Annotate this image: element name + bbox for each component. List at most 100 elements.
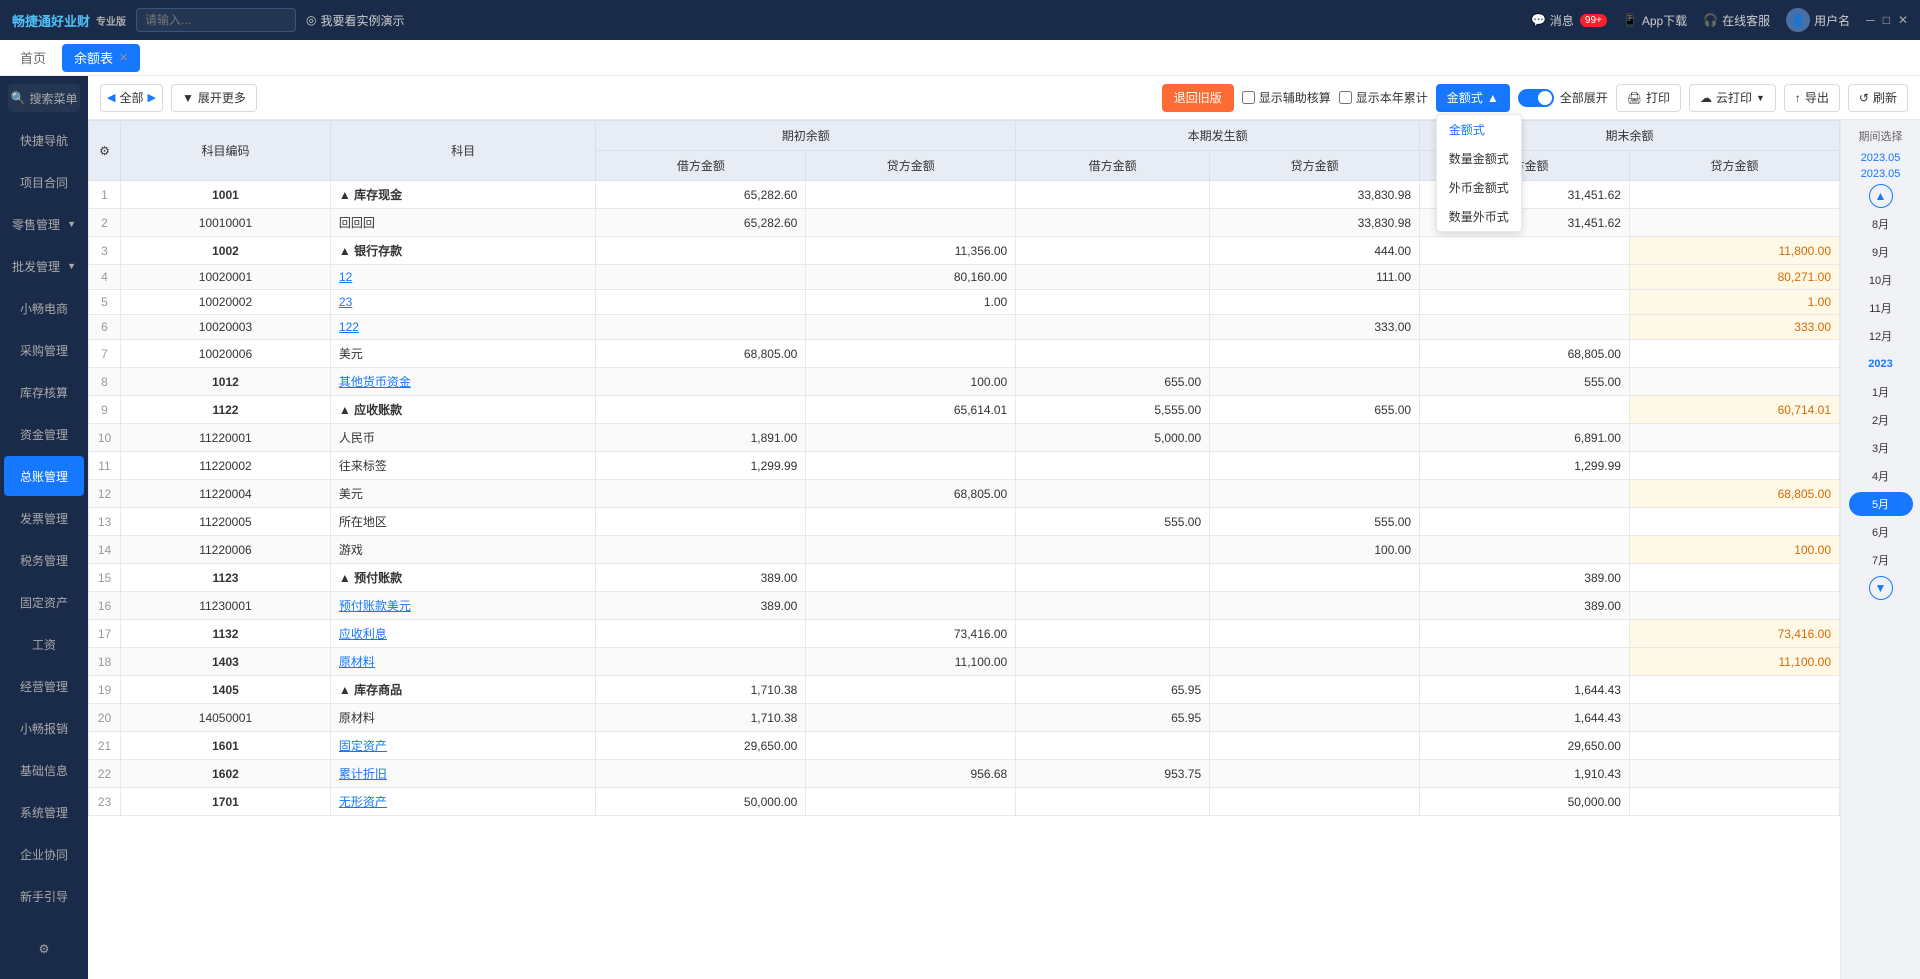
amount-cell: [1629, 181, 1839, 209]
period-oct[interactable]: 10月: [1849, 268, 1913, 292]
account-name-cell[interactable]: 应收利息: [330, 620, 595, 648]
format-dropdown-menu: 金额式 数量金额式 外币金额式 数量外币式: [1436, 114, 1522, 232]
period-aug[interactable]: 8月: [1849, 212, 1913, 236]
format-option-qty-amount[interactable]: 数量金额式: [1437, 144, 1521, 173]
table-row: 81012其他货币资金100.00655.00555.00: [89, 368, 1840, 396]
print-btn[interactable]: 🖨 打印: [1616, 84, 1681, 112]
table-row: 11001▲ 库存现金65,282.6033,830.9831,451.62: [89, 181, 1840, 209]
sidebar-item-purchase[interactable]: 采购管理: [4, 330, 84, 370]
format-option-foreign-amount[interactable]: 外币金额式: [1437, 173, 1521, 202]
expand-all-toggle[interactable]: [1518, 89, 1554, 107]
sidebar-item-project[interactable]: 项目合同: [4, 162, 84, 202]
sidebar-item-capital[interactable]: 资金管理: [4, 414, 84, 454]
sidebar-item-retail[interactable]: 零售管理 ▼: [4, 204, 84, 244]
amount-cell: [1016, 452, 1210, 480]
account-name-cell[interactable]: 累计折旧: [330, 760, 595, 788]
amount-cell: 33,830.98: [1210, 181, 1420, 209]
account-name-cell[interactable]: 预付账款美元: [330, 592, 595, 620]
account-name-cell[interactable]: 原材料: [330, 648, 595, 676]
format-option-qty-foreign[interactable]: 数量外币式: [1437, 202, 1521, 231]
export-btn[interactable]: ↑ 导出: [1784, 84, 1840, 112]
sidebar-item-basic[interactable]: 基础信息: [4, 750, 84, 790]
period-jan[interactable]: 1月: [1849, 380, 1913, 404]
service-btn[interactable]: 🎧 在线客服: [1703, 12, 1770, 29]
sidebar-item-inventory[interactable]: 库存核算: [4, 372, 84, 412]
settings-col-header[interactable]: ⚙: [89, 121, 121, 181]
period-title: 期间选择: [1859, 128, 1903, 144]
account-name-cell[interactable]: 23: [330, 290, 595, 315]
format-btn[interactable]: 金额式 ▲: [1436, 84, 1510, 112]
nav-prev-icon[interactable]: ◀: [107, 91, 115, 104]
demo-btn[interactable]: ◎ 我要看实例演示: [306, 12, 405, 29]
period-up-nav[interactable]: ▲: [1869, 184, 1893, 208]
sidebar-item-operations[interactable]: 经营管理: [4, 666, 84, 706]
amount-cell: 68,805.00: [806, 480, 1016, 508]
show-assist-checkbox[interactable]: [1242, 91, 1255, 104]
back-to-old-btn[interactable]: 退回旧版: [1162, 84, 1234, 112]
search-box[interactable]: ◀ 全部 ▶: [100, 84, 163, 112]
tab-balance[interactable]: 余额表 ✕: [62, 44, 140, 72]
period-nov[interactable]: 11月: [1849, 296, 1913, 320]
period-down-nav[interactable]: ▼: [1869, 576, 1893, 600]
amount-cell: 11,356.00: [806, 237, 1016, 265]
sidebar-item-cooperation[interactable]: 企业协同: [4, 834, 84, 874]
period-2023[interactable]: 2023: [1849, 352, 1913, 376]
account-name-cell[interactable]: 12: [330, 265, 595, 290]
sidebar-item-payroll[interactable]: 工资: [4, 624, 84, 664]
account-name-cell[interactable]: 其他货币资金: [330, 368, 595, 396]
maximize-btn[interactable]: □: [1883, 13, 1890, 27]
account-name-cell[interactable]: 固定资产: [330, 732, 595, 760]
minimize-btn[interactable]: ─: [1866, 13, 1875, 27]
period-jul[interactable]: 7月: [1849, 548, 1913, 572]
sidebar-search[interactable]: 🔍 搜索菜单: [8, 84, 80, 112]
sidebar-item-fixed[interactable]: 固定资产: [4, 582, 84, 622]
amount-cell: 80,271.00: [1629, 265, 1839, 290]
sidebar-item-sales[interactable]: 小畅报销: [4, 708, 84, 748]
search-value: 全部: [119, 89, 143, 106]
amount-cell: [596, 480, 806, 508]
sidebar-item-tax[interactable]: 税务管理: [4, 540, 84, 580]
row-num: 2: [89, 209, 121, 237]
period-dec[interactable]: 12月: [1849, 324, 1913, 348]
tab-home[interactable]: 首页: [8, 44, 58, 72]
account-name-cell[interactable]: 122: [330, 315, 595, 340]
sidebar-item-quick-nav[interactable]: 快捷导航: [4, 120, 84, 160]
account-name-cell: ▲ 预付账款: [330, 564, 595, 592]
sidebar-item-wholesale[interactable]: 批发管理 ▼: [4, 246, 84, 286]
amount-cell: 65,282.60: [596, 181, 806, 209]
message-badge: 99+: [1580, 14, 1607, 27]
sidebar-item-system[interactable]: 系统管理: [4, 792, 84, 832]
period-apr[interactable]: 4月: [1849, 464, 1913, 488]
show-ytd-check[interactable]: 显示本年累计: [1339, 89, 1428, 106]
expand-more-btn[interactable]: ▼ 展开更多: [171, 84, 257, 112]
amount-cell: 1.00: [806, 290, 1016, 315]
format-option-amount[interactable]: 金额式: [1437, 115, 1521, 144]
top-search-input[interactable]: [136, 8, 296, 32]
sidebar-item-invoice[interactable]: 发票管理: [4, 498, 84, 538]
sidebar-item-settings[interactable]: ⚙: [4, 929, 84, 969]
period-feb[interactable]: 2月: [1849, 408, 1913, 432]
refresh-btn[interactable]: ↺ 刷新: [1848, 84, 1908, 112]
show-ytd-checkbox[interactable]: [1339, 91, 1352, 104]
account-name-cell: 所在地区: [330, 508, 595, 536]
period-may[interactable]: 5月: [1849, 492, 1913, 516]
sidebar-item-ledger[interactable]: 总账管理: [4, 456, 84, 496]
tab-close-icon[interactable]: ✕: [119, 51, 128, 64]
amount-cell: [1629, 676, 1839, 704]
amount-cell: [806, 592, 1016, 620]
nav-next-icon[interactable]: ▶: [147, 91, 155, 104]
show-assist-check[interactable]: 显示辅助核算: [1242, 89, 1331, 106]
cloud-print-btn[interactable]: ☁ 云打印 ▼: [1689, 84, 1776, 112]
period-mar[interactable]: 3月: [1849, 436, 1913, 460]
user-btn[interactable]: 👤 用户名: [1786, 8, 1850, 32]
amount-cell: [1210, 480, 1420, 508]
period-sep[interactable]: 9月: [1849, 240, 1913, 264]
account-name-cell[interactable]: 无形资产: [330, 788, 595, 816]
sidebar-item-ecommerce[interactable]: 小畅电商: [4, 288, 84, 328]
sidebar-item-guide[interactable]: 新手引导: [4, 876, 84, 916]
message-btn[interactable]: 💬 消息 99+: [1531, 12, 1607, 29]
account-code-cell: 11220006: [121, 536, 331, 564]
close-btn[interactable]: ✕: [1898, 13, 1908, 27]
period-jun[interactable]: 6月: [1849, 520, 1913, 544]
download-btn[interactable]: 📱 App下载: [1623, 12, 1687, 29]
